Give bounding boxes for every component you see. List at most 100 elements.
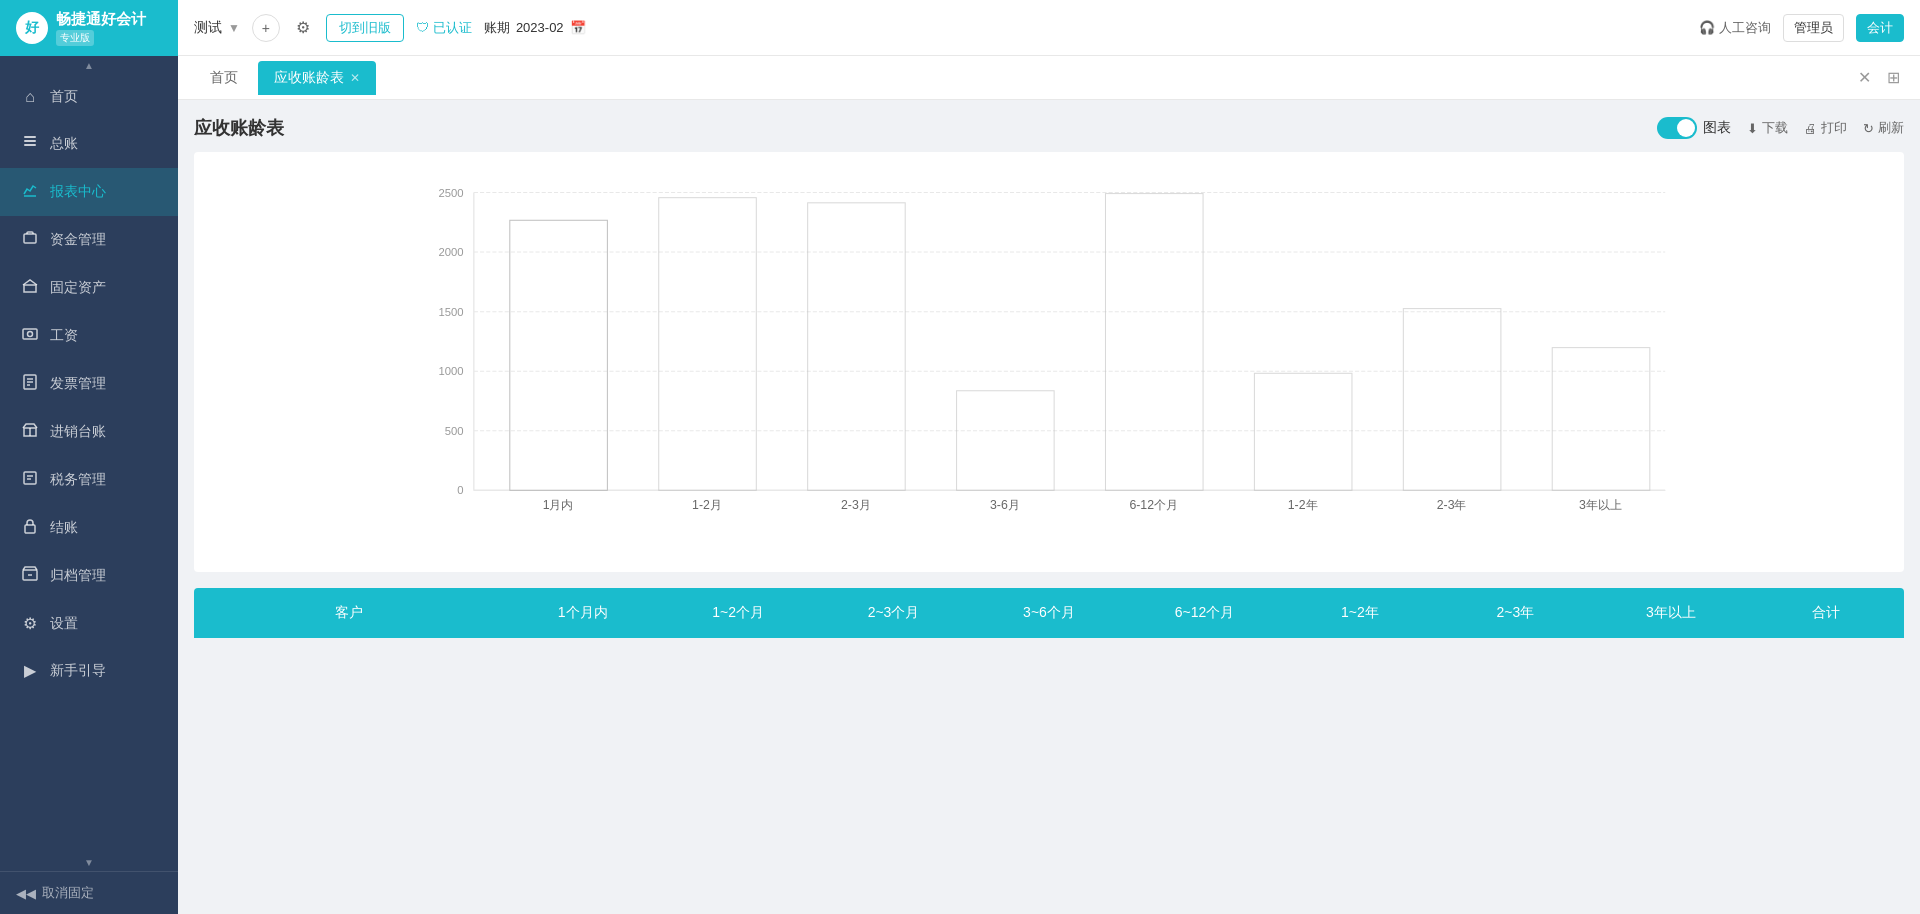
cancel-pin-btn[interactable]: ◀◀ 取消固定 bbox=[0, 871, 178, 914]
assets-icon bbox=[20, 278, 40, 298]
col-total: 合计 bbox=[1749, 604, 1904, 622]
tax-icon bbox=[20, 470, 40, 490]
refresh-btn[interactable]: ↻ 刷新 bbox=[1863, 119, 1904, 137]
sidebar-item-label: 设置 bbox=[50, 615, 78, 633]
app-name: 畅捷通好会计 bbox=[56, 10, 146, 28]
svg-rect-47 bbox=[1403, 309, 1501, 491]
settings-gear-icon[interactable]: ⚙ bbox=[292, 14, 314, 41]
sidebar-item-ledger[interactable]: 总账 bbox=[0, 120, 178, 168]
period-display: 账期 2023-02 📅 bbox=[484, 19, 586, 37]
svg-text:3-6月: 3-6月 bbox=[990, 498, 1020, 512]
logo-icon: 好 bbox=[16, 12, 48, 44]
content-area: 应收账龄表 图表 ⬇ 下载 🖨 打印 ↻ 刷新 bbox=[178, 100, 1920, 914]
scroll-down-arrow[interactable]: ▼ bbox=[0, 853, 178, 871]
chart-container: 0 500 1000 1500 2000 2500 bbox=[194, 152, 1904, 572]
page-header: 应收账龄表 图表 ⬇ 下载 🖨 打印 ↻ 刷新 bbox=[194, 116, 1904, 140]
project-selector[interactable]: 测试 ▼ bbox=[194, 19, 240, 37]
headset-icon: 🎧 bbox=[1699, 20, 1715, 35]
svg-rect-35 bbox=[510, 220, 608, 490]
chart-wrapper: 0 500 1000 1500 2000 2500 bbox=[214, 172, 1884, 552]
sidebar-item-archive[interactable]: 归档管理 bbox=[0, 552, 178, 600]
sidebar-item-label: 总账 bbox=[50, 135, 78, 153]
col-2-3y: 2~3年 bbox=[1438, 604, 1593, 622]
sidebar-item-guide[interactable]: ▶ 新手引导 bbox=[0, 647, 178, 694]
svg-rect-41 bbox=[957, 391, 1055, 491]
svg-text:1000: 1000 bbox=[438, 365, 463, 377]
manager-role-btn[interactable]: 管理员 bbox=[1783, 14, 1844, 42]
sidebar-item-settings[interactable]: ⚙ 设置 bbox=[0, 600, 178, 647]
accountant-role-btn[interactable]: 会计 bbox=[1856, 14, 1904, 42]
tab-aging-report[interactable]: 应收账龄表 ✕ bbox=[258, 61, 376, 95]
table-header: 客户 1个月内 1~2个月 2~3个月 3~6个月 6~12个月 1~2年 2~… bbox=[194, 588, 1904, 638]
chart-toggle[interactable]: 图表 bbox=[1657, 117, 1731, 139]
svg-text:2-3年: 2-3年 bbox=[1437, 498, 1467, 512]
switch-old-version-btn[interactable]: 切到旧版 bbox=[326, 14, 404, 42]
sidebar-item-tax[interactable]: 税务管理 bbox=[0, 456, 178, 504]
guide-icon: ▶ bbox=[20, 661, 40, 680]
svg-rect-3 bbox=[24, 234, 36, 243]
expand-btn[interactable]: ⊞ bbox=[1883, 64, 1904, 91]
refresh-label: 刷新 bbox=[1878, 119, 1904, 137]
cancel-pin-label: 取消固定 bbox=[42, 884, 94, 902]
tab-home[interactable]: 首页 bbox=[194, 61, 254, 95]
sidebar-item-wages[interactable]: 工资 bbox=[0, 312, 178, 360]
add-button[interactable]: + bbox=[252, 14, 280, 42]
svg-rect-0 bbox=[24, 136, 36, 138]
scroll-up-arrow[interactable]: ▲ bbox=[0, 56, 178, 74]
edition-badge: 专业版 bbox=[56, 30, 94, 46]
col-customer: 客户 bbox=[194, 604, 505, 622]
col-1-2m: 1~2个月 bbox=[660, 604, 815, 622]
close-panel-btn[interactable]: ✕ bbox=[1854, 64, 1875, 91]
tab-aging-label: 应收账龄表 bbox=[274, 69, 344, 87]
logo-text-area: 畅捷通好会计 专业版 bbox=[56, 10, 146, 46]
col-6-12m: 6~12个月 bbox=[1127, 604, 1282, 622]
svg-text:500: 500 bbox=[445, 425, 464, 437]
reports-icon bbox=[20, 182, 40, 202]
svg-rect-49 bbox=[1552, 348, 1650, 491]
svg-text:1-2年: 1-2年 bbox=[1288, 498, 1318, 512]
inventory-icon bbox=[20, 422, 40, 442]
svg-rect-13 bbox=[24, 472, 36, 484]
col-2-3m: 2~3个月 bbox=[816, 604, 971, 622]
sidebar-item-inventory[interactable]: 进销台账 bbox=[0, 408, 178, 456]
support-btn[interactable]: 🎧 人工咨询 bbox=[1699, 19, 1771, 37]
sidebar-item-label: 发票管理 bbox=[50, 375, 106, 393]
sidebar-item-reports[interactable]: 报表中心 bbox=[0, 168, 178, 216]
sidebar-item-label: 税务管理 bbox=[50, 471, 106, 489]
svg-point-6 bbox=[28, 332, 33, 337]
svg-text:2500: 2500 bbox=[438, 187, 463, 199]
sidebar-item-label: 首页 bbox=[50, 88, 78, 106]
sidebar-item-label: 进销台账 bbox=[50, 423, 106, 441]
tabs-bar: 首页 应收账龄表 ✕ ✕ ⊞ bbox=[178, 56, 1920, 100]
sidebar-item-home[interactable]: ⌂ 首页 bbox=[0, 74, 178, 120]
bar-1月内: 1月内 bbox=[510, 220, 608, 512]
sidebar-item-label: 工资 bbox=[50, 327, 78, 345]
sidebar-item-assets[interactable]: 固定资产 bbox=[0, 264, 178, 312]
shield-icon: 🛡 bbox=[416, 20, 429, 35]
sidebar: 好 畅捷通好会计 专业版 ▲ ⌂ 首页 总账 报表中心 资金管理 bbox=[0, 0, 178, 914]
download-label: 下载 bbox=[1762, 119, 1788, 137]
verified-label: 已认证 bbox=[433, 19, 472, 37]
svg-text:2000: 2000 bbox=[438, 246, 463, 258]
bar-chart: 0 500 1000 1500 2000 2500 bbox=[214, 172, 1884, 552]
invoices-icon bbox=[20, 374, 40, 394]
svg-text:3年以上: 3年以上 bbox=[1579, 498, 1622, 512]
sidebar-item-closing[interactable]: 结账 bbox=[0, 504, 178, 552]
print-btn[interactable]: 🖨 打印 bbox=[1804, 119, 1847, 137]
verified-status: 🛡 已认证 bbox=[416, 19, 472, 37]
download-btn[interactable]: ⬇ 下载 bbox=[1747, 119, 1788, 137]
svg-rect-37 bbox=[659, 198, 757, 491]
support-label: 人工咨询 bbox=[1719, 19, 1771, 37]
toggle-track[interactable] bbox=[1657, 117, 1697, 139]
sidebar-item-label: 结账 bbox=[50, 519, 78, 537]
sidebar-item-invoices[interactable]: 发票管理 bbox=[0, 360, 178, 408]
main-area: 测试 ▼ + ⚙ 切到旧版 🛡 已认证 账期 2023-02 📅 🎧 人工咨询 … bbox=[178, 0, 1920, 914]
col-1m: 1个月内 bbox=[505, 604, 660, 622]
svg-rect-4 bbox=[24, 285, 36, 292]
svg-text:2-3月: 2-3月 bbox=[841, 498, 871, 512]
tab-close-icon[interactable]: ✕ bbox=[350, 71, 360, 85]
sidebar-item-funds[interactable]: 资金管理 bbox=[0, 216, 178, 264]
print-label: 打印 bbox=[1821, 119, 1847, 137]
home-icon: ⌂ bbox=[20, 88, 40, 106]
refresh-icon: ↻ bbox=[1863, 121, 1874, 136]
